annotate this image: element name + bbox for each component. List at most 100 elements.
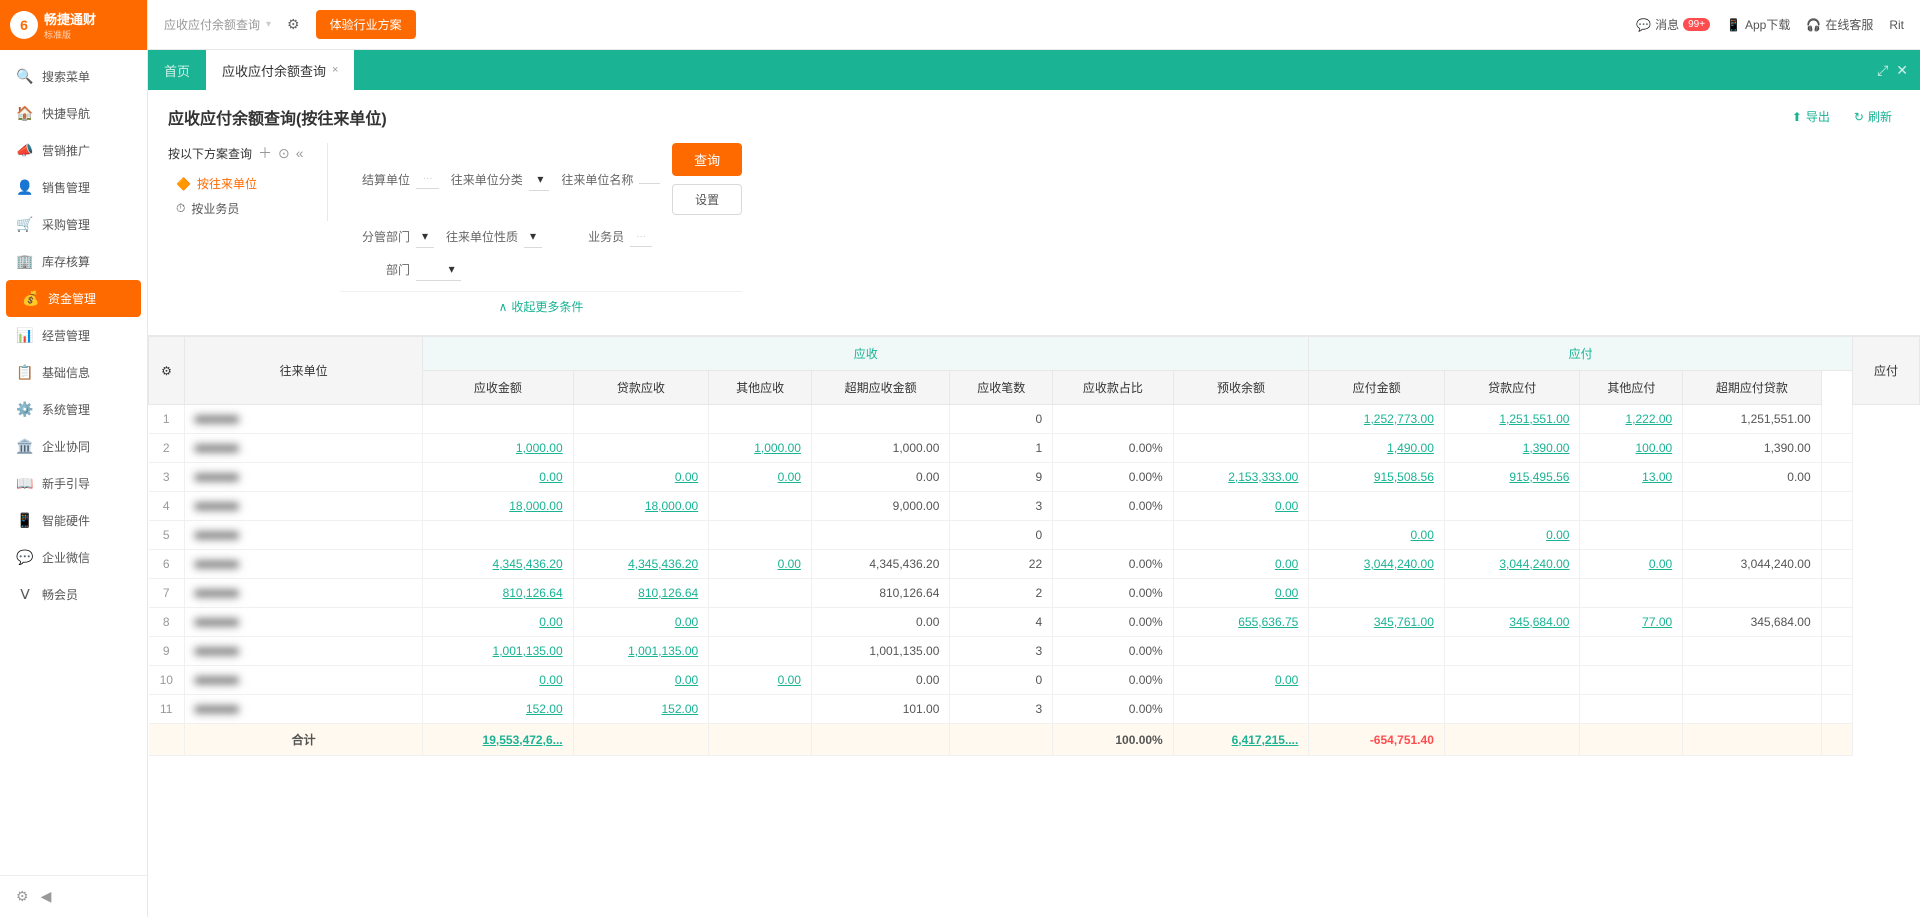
refresh-button[interactable]: ↻ 刷新 [1846,104,1900,129]
settings-footer-icon[interactable]: ⚙ [16,888,29,905]
tab-close-all-icon[interactable]: ✕ [1896,62,1908,79]
row-partner: ■■■■■■ [185,492,423,521]
sidebar-item-system[interactable]: ⚙️ 系统管理 [0,391,147,428]
menu-icon-inventory: 🏢 [16,253,34,270]
menu-icon-operation: 📊 [16,327,34,344]
th-ar-amount: 应收金额 [423,371,573,405]
export-button[interactable]: ⬆ 导出 [1784,104,1838,129]
query-button[interactable]: 查询 [672,143,742,176]
filter-option-label-salesman: 按业务员 [191,200,239,217]
sidebar-menu: 🔍 搜索菜单 🏠 快捷导航 📣 营销推广 👤 销售管理 🛒 采购管理 🏢 库存核… [0,50,147,875]
messages-action[interactable]: 💬 消息 99+ [1636,16,1710,33]
total-ar-other [709,724,812,756]
menu-icon-marketing: 📣 [16,142,34,159]
menu-label-quick-nav: 快捷导航 [42,105,90,122]
sidebar-item-search-menu[interactable]: 🔍 搜索菜单 [0,58,147,95]
message-icon: 💬 [1636,18,1651,32]
th-settings[interactable]: ⚙ [149,337,185,405]
filter-add-icon[interactable]: ＋ [258,143,272,163]
menu-label-enterprise: 企业协同 [42,438,90,455]
sidebar-item-quick-nav[interactable]: 🏠 快捷导航 [0,95,147,132]
menu-icon-search-menu: 🔍 [16,68,34,85]
app-download-label: App下载 [1745,16,1790,33]
table-row: 5■■■■■■00.000.00 [149,521,1920,550]
filter-option-label-unit: 按往来单位 [197,175,257,192]
collapse-footer-icon[interactable]: ◀ [41,888,52,905]
unit-category-label: 往来单位分类 [451,171,523,188]
total-ap-extra [1821,724,1852,756]
row-settings: 4 [149,492,185,521]
unit-nature-label: 往来单位性质 [446,228,518,245]
filter-collapse-icon[interactable]: « [296,145,304,161]
tab-home[interactable]: 首页 [148,50,206,90]
sidebar-item-operation[interactable]: 📊 经营管理 [0,317,147,354]
sidebar-item-marketing[interactable]: 📣 营销推广 [0,132,147,169]
row-partner: ■■■■■■ [185,521,423,550]
logo-version: 标准版 [44,28,96,41]
total-ap-other [1580,724,1683,756]
th-ap-amount: 应付金额 [1309,371,1445,405]
unit-category-input[interactable]: ▾ [529,168,550,191]
sidebar-item-purchase[interactable]: 🛒 采购管理 [0,206,147,243]
total-ar-amount[interactable]: 19,553,472,6... [423,724,573,756]
table-row: 6■■■■■■4,345,436.204,345,436.200.004,345… [149,550,1920,579]
breadcrumb-arrow[interactable]: ▾ [266,19,271,30]
sidebar-item-basic-info[interactable]: 📋 基础信息 [0,354,147,391]
messages-badge: 99+ [1683,18,1710,31]
export-icon: ⬆ [1792,110,1802,124]
sidebar-item-enterprise[interactable]: 🏛️ 企业协同 [0,428,147,465]
tab-bar: 首页 应收应付余额查询 × ⤢ ✕ [148,50,1920,90]
menu-label-marketing: 营销推广 [42,142,90,159]
online-service-action[interactable]: 🎧 在线客服 [1806,16,1873,33]
menu-icon-purchase: 🛒 [16,216,34,233]
menu-label-guide: 新手引导 [42,475,90,492]
table-row: 1■■■■■■01,252,773.001,251,551.001,222.00… [149,405,1920,434]
sidebar-item-sales[interactable]: 👤 销售管理 [0,169,147,206]
unit-nature-input[interactable]: ▾ [524,225,542,248]
sidebar-item-wechat[interactable]: 💬 企业微信 [0,539,147,576]
table-row: 2■■■■■■1,000.001,000.001,000.0010.00%1,4… [149,434,1920,463]
row-partner: ■■■■■■ [185,695,423,724]
th-ap-other: 其他应付 [1580,371,1683,405]
tab-close-icon[interactable]: × [332,64,338,76]
row-settings: 10 [149,666,185,695]
sidebar-item-vip[interactable]: Ⅴ 畅会员 [0,576,147,613]
sidebar-item-inventory[interactable]: 🏢 库存核算 [0,243,147,280]
menu-icon-guide: 📖 [16,475,34,492]
filter-option-by-salesman[interactable]: ⏱ 按业务员 [168,196,315,221]
collapse-icon: ∧ [499,300,508,314]
settings-button[interactable]: 设置 [672,184,742,215]
filter-dept: 部门 ▾ [340,258,461,281]
tab-current[interactable]: 应收应付余额查询 × [206,50,354,90]
filter-option-icon-salesman: ⏱ [176,201,185,216]
collapse-more-btn[interactable]: ∧ 收起更多条件 [340,291,742,321]
th-ap-extra: 应付 [1852,337,1919,405]
salesman-input[interactable]: ··· [630,227,652,247]
app-download-action[interactable]: 📱 App下载 [1726,16,1790,33]
sidebar-item-guide[interactable]: 📖 新手引导 [0,465,147,502]
th-ar-count: 应收笔数 [950,371,1053,405]
online-service-label: 在线客服 [1825,16,1873,33]
filter-settings-icon[interactable]: ⊙ [278,145,290,162]
manage-dept-label: 分管部门 [340,228,410,245]
sidebar-item-hardware[interactable]: 📱 智能硬件 [0,502,147,539]
total-ar-prepaid[interactable]: 6,417,215.... [1173,724,1309,756]
filter-option-by-unit[interactable]: 🔶 按往来单位 [168,171,315,196]
tab-maximize-icon[interactable]: ⤢ [1877,62,1888,79]
filter-option-icon-unit: 🔶 [176,177,191,191]
th-ar-group: 应收 [423,337,1309,371]
settlement-unit-input[interactable]: ··· [416,169,439,189]
sidebar-item-finance[interactable]: 💰 资金管理 [6,280,141,317]
data-table: ⚙ 往来单位 应收 应付 应付 应收金额 贷款应收 其他应收 超期应收金额 应收… [148,336,1920,756]
solution-button[interactable]: 体验行业方案 [316,10,416,39]
menu-label-operation: 经营管理 [42,327,90,344]
user-name[interactable]: Rit [1889,18,1904,32]
unit-name-input[interactable] [639,175,660,184]
sidebar-footer: ⚙ ◀ [0,875,147,917]
logo-text: 畅捷通财 [44,9,96,28]
page-actions: ⬆ 导出 ↻ 刷新 [1784,104,1900,129]
manage-dept-input[interactable]: ▾ [416,225,434,248]
header-gear-icon[interactable]: ⚙ [283,12,304,37]
menu-label-vip: 畅会员 [42,586,78,603]
dept-input[interactable]: ▾ [416,258,461,281]
